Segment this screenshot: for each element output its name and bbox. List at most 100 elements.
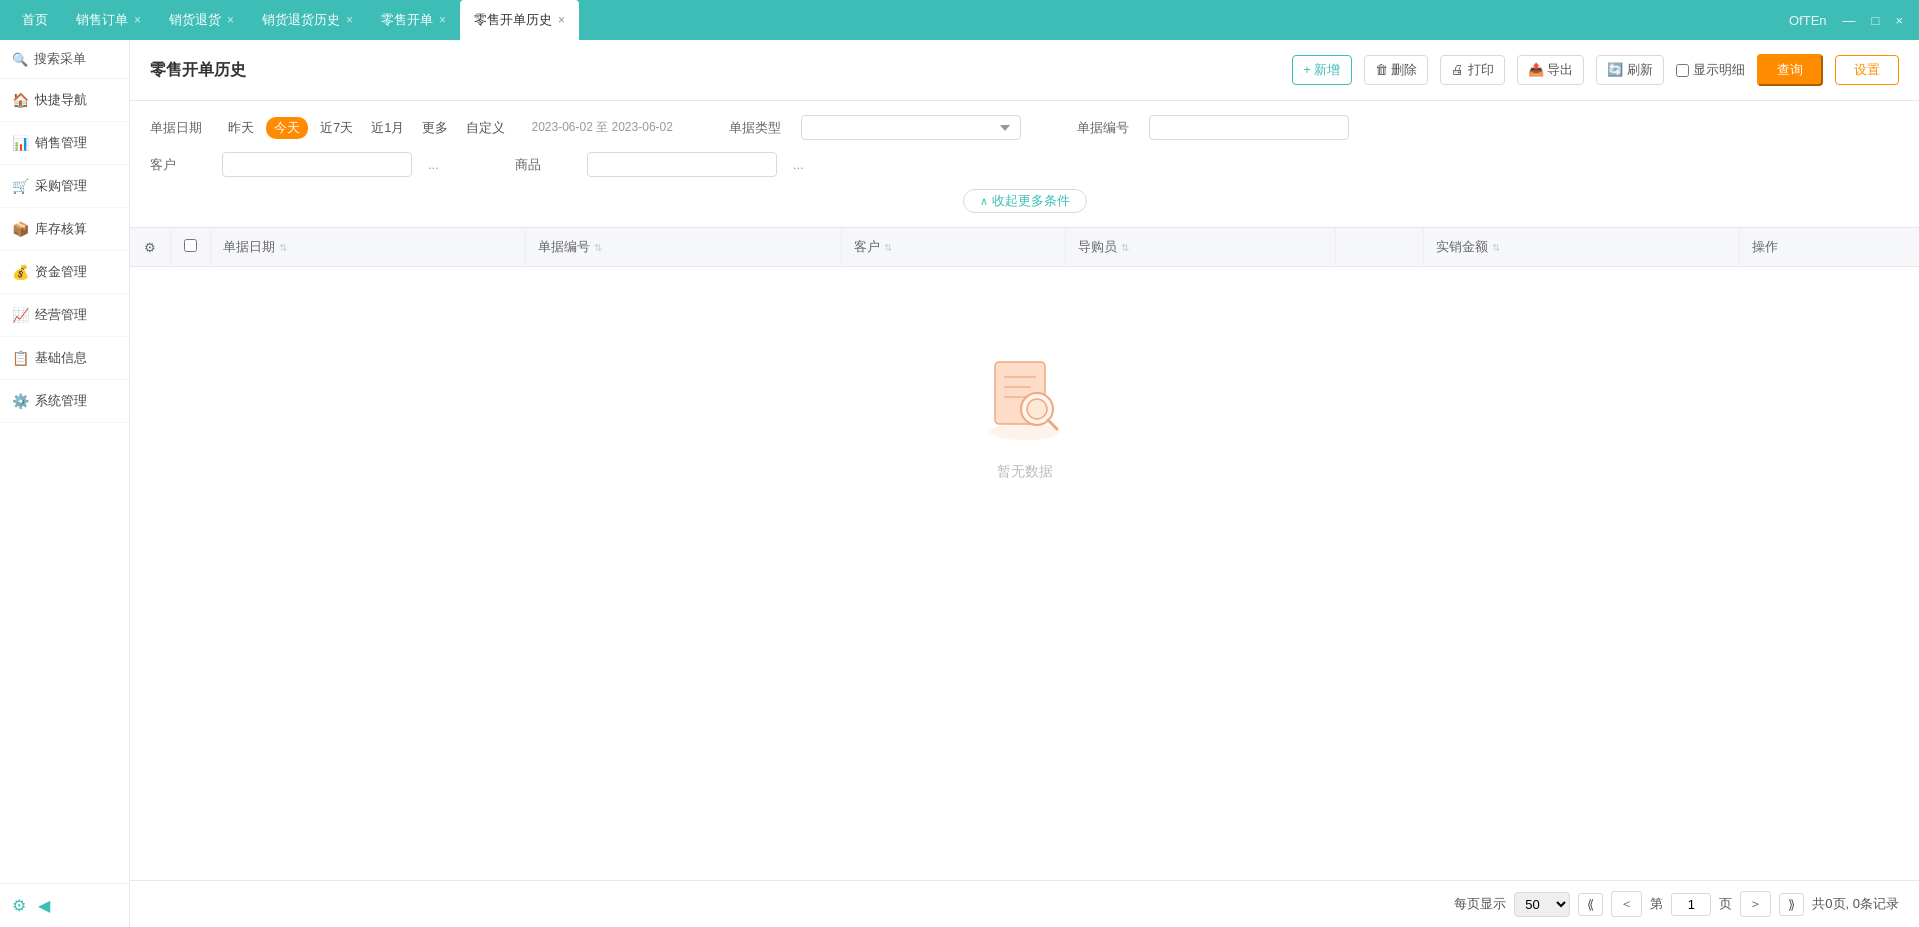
- collapse-bar: ∧ 收起更多条件: [150, 189, 1899, 213]
- tab-home-label: 首页: [22, 11, 48, 29]
- product-ellipsis[interactable]: ...: [793, 157, 804, 172]
- tab-sales-return-close[interactable]: ×: [227, 13, 234, 27]
- sidebar-bottom: ⚙ ◀: [0, 883, 129, 927]
- show-detail-input[interactable]: [1676, 64, 1689, 77]
- th-date-sort[interactable]: 单据日期 ⇅: [223, 238, 514, 256]
- customer-input[interactable]: [222, 152, 412, 177]
- th-customer-sort-icon: ⇅: [884, 242, 892, 253]
- date-option-more[interactable]: 更多: [416, 117, 454, 139]
- tab-retail-open-history-close[interactable]: ×: [558, 13, 565, 27]
- type-filter-label: 单据类型: [729, 119, 785, 137]
- table-header-row: ⚙ 单据日期 ⇅ 单据编号: [130, 228, 1919, 267]
- page-suffix: 页: [1719, 895, 1732, 913]
- sidebar-item-basic-info[interactable]: 📋 基础信息: [0, 337, 129, 380]
- export-button[interactable]: 📤 导出: [1517, 55, 1585, 85]
- empty-text: 暂无数据: [997, 463, 1053, 481]
- th-action-label: 操作: [1752, 239, 1778, 254]
- page-header: 零售开单历史 + 新增 🗑 删除 🖨 打印 📤 导出 🔄 刷新 显示明细 查询 …: [130, 40, 1919, 101]
- page-first-btn[interactable]: ⟪: [1578, 893, 1603, 916]
- sidebar-search[interactable]: 🔍 搜索采单: [0, 40, 129, 79]
- date-option-yesterday[interactable]: 昨天: [222, 117, 260, 139]
- sidebar-search-label: 搜索采单: [34, 50, 86, 68]
- type-select[interactable]: [801, 115, 1021, 140]
- customer-ellipsis[interactable]: ...: [428, 157, 439, 172]
- sidebar-item-basic-info-label: 基础信息: [35, 349, 87, 367]
- tab-sales-return-history-close[interactable]: ×: [346, 13, 353, 27]
- tab-sales-return-history[interactable]: 销货退货历史 ×: [248, 0, 367, 40]
- search-icon: 🔍: [12, 52, 28, 67]
- print-button[interactable]: 🖨 打印: [1440, 55, 1505, 85]
- tab-home[interactable]: 首页: [8, 0, 62, 40]
- empty-illustration: [975, 347, 1075, 447]
- date-option-last7[interactable]: 近7天: [314, 117, 359, 139]
- date-option-today[interactable]: 今天: [266, 117, 308, 139]
- th-spacer: [1335, 228, 1424, 267]
- sidebar-item-system-mgmt[interactable]: ⚙️ 系统管理: [0, 380, 129, 423]
- sidebar-item-operations[interactable]: 📈 经营管理: [0, 294, 129, 337]
- settings-button[interactable]: 设置: [1835, 55, 1899, 85]
- window-close[interactable]: ×: [1895, 13, 1903, 28]
- sidebar: 🔍 搜索采单 🏠 快捷导航 📊 销售管理 🛒 采购管理 📦 库存核算 💰 资金管…: [0, 40, 130, 927]
- th-customer-label: 客户: [854, 238, 880, 256]
- home-icon: 🏠: [12, 92, 29, 108]
- number-input[interactable]: [1149, 115, 1349, 140]
- show-detail-checkbox[interactable]: 显示明细: [1676, 61, 1745, 79]
- sidebar-item-system-label: 系统管理: [35, 392, 87, 410]
- filter-row-1: 单据日期 昨天 今天 近7天 近1月 更多 自定义 2023-06-02 至 2…: [150, 115, 1899, 140]
- new-button[interactable]: + 新增: [1292, 55, 1351, 85]
- total-records: 共0页, 0条记录: [1812, 895, 1899, 913]
- th-customer-sort[interactable]: 客户 ⇅: [854, 238, 1053, 256]
- collapse-button[interactable]: ∧ 收起更多条件: [963, 189, 1087, 213]
- sidebar-item-operations-label: 经营管理: [35, 306, 87, 324]
- window-minimize[interactable]: —: [1843, 13, 1856, 28]
- customer-filter-label: 客户: [150, 156, 206, 174]
- sidebar-item-purchase-mgmt[interactable]: 🛒 采购管理: [0, 165, 129, 208]
- tab-sales-order-close[interactable]: ×: [134, 13, 141, 27]
- inventory-icon: 📦: [12, 221, 29, 237]
- sidebar-item-quick-nav[interactable]: 🏠 快捷导航: [0, 79, 129, 122]
- app-title: OfTEn: [1789, 13, 1827, 28]
- sidebar-item-inventory[interactable]: 📦 库存核算: [0, 208, 129, 251]
- gear-icon[interactable]: ⚙: [144, 240, 156, 255]
- page-label: 第: [1650, 895, 1663, 913]
- tab-retail-open-close[interactable]: ×: [439, 13, 446, 27]
- tab-sales-order[interactable]: 销售订单 ×: [62, 0, 155, 40]
- page-last-btn[interactable]: ⟫: [1779, 893, 1804, 916]
- product-input[interactable]: [587, 152, 777, 177]
- refresh-button[interactable]: 🔄 刷新: [1596, 55, 1664, 85]
- per-page-select[interactable]: 50 10 20 100: [1514, 892, 1570, 917]
- operations-icon: 📈: [12, 307, 29, 323]
- th-action: 操作: [1740, 228, 1919, 267]
- table-area: ⚙ 单据日期 ⇅ 单据编号: [130, 228, 1919, 880]
- page-prev-btn[interactable]: ＜: [1611, 891, 1642, 917]
- th-number-sort-icon: ⇅: [594, 242, 602, 253]
- sidebar-collapse-icon[interactable]: ◀: [38, 896, 50, 915]
- th-guide-sort[interactable]: 导购员 ⇅: [1078, 238, 1323, 256]
- page-next-btn[interactable]: ＞: [1740, 891, 1771, 917]
- sidebar-item-sales-mgmt[interactable]: 📊 销售管理: [0, 122, 129, 165]
- sidebar-item-finance[interactable]: 💰 资金管理: [0, 251, 129, 294]
- table-header: ⚙ 单据日期 ⇅ 单据编号: [130, 228, 1919, 267]
- tab-retail-open-history[interactable]: 零售开单历史 ×: [460, 0, 579, 40]
- th-checkbox[interactable]: [170, 228, 210, 267]
- date-option-last-month[interactable]: 近1月: [365, 117, 410, 139]
- th-amount-sort-icon: ⇅: [1492, 242, 1500, 253]
- select-all-checkbox[interactable]: [184, 239, 197, 252]
- tab-retail-open[interactable]: 零售开单 ×: [367, 0, 460, 40]
- window-restore[interactable]: □: [1872, 13, 1880, 28]
- sidebar-item-finance-label: 资金管理: [35, 263, 87, 281]
- th-number-sort[interactable]: 单据编号 ⇅: [538, 238, 829, 256]
- th-customer: 客户 ⇅: [842, 228, 1066, 267]
- query-button[interactable]: 查询: [1757, 54, 1823, 86]
- date-options: 昨天 今天 近7天 近1月 更多 自定义: [222, 117, 511, 139]
- th-gear[interactable]: ⚙: [130, 228, 170, 267]
- page-number-input[interactable]: [1671, 893, 1711, 916]
- tab-sales-return[interactable]: 销货退货 ×: [155, 0, 248, 40]
- page-title: 零售开单历史: [150, 60, 246, 81]
- date-option-custom[interactable]: 自定义: [460, 117, 511, 139]
- collapse-label: 收起更多条件: [992, 192, 1070, 210]
- delete-button[interactable]: 🗑 删除: [1364, 55, 1429, 85]
- th-amount-sort[interactable]: 实销金额 ⇅: [1436, 238, 1727, 256]
- show-detail-label: 显示明细: [1693, 61, 1745, 79]
- settings-gear-icon[interactable]: ⚙: [12, 896, 26, 915]
